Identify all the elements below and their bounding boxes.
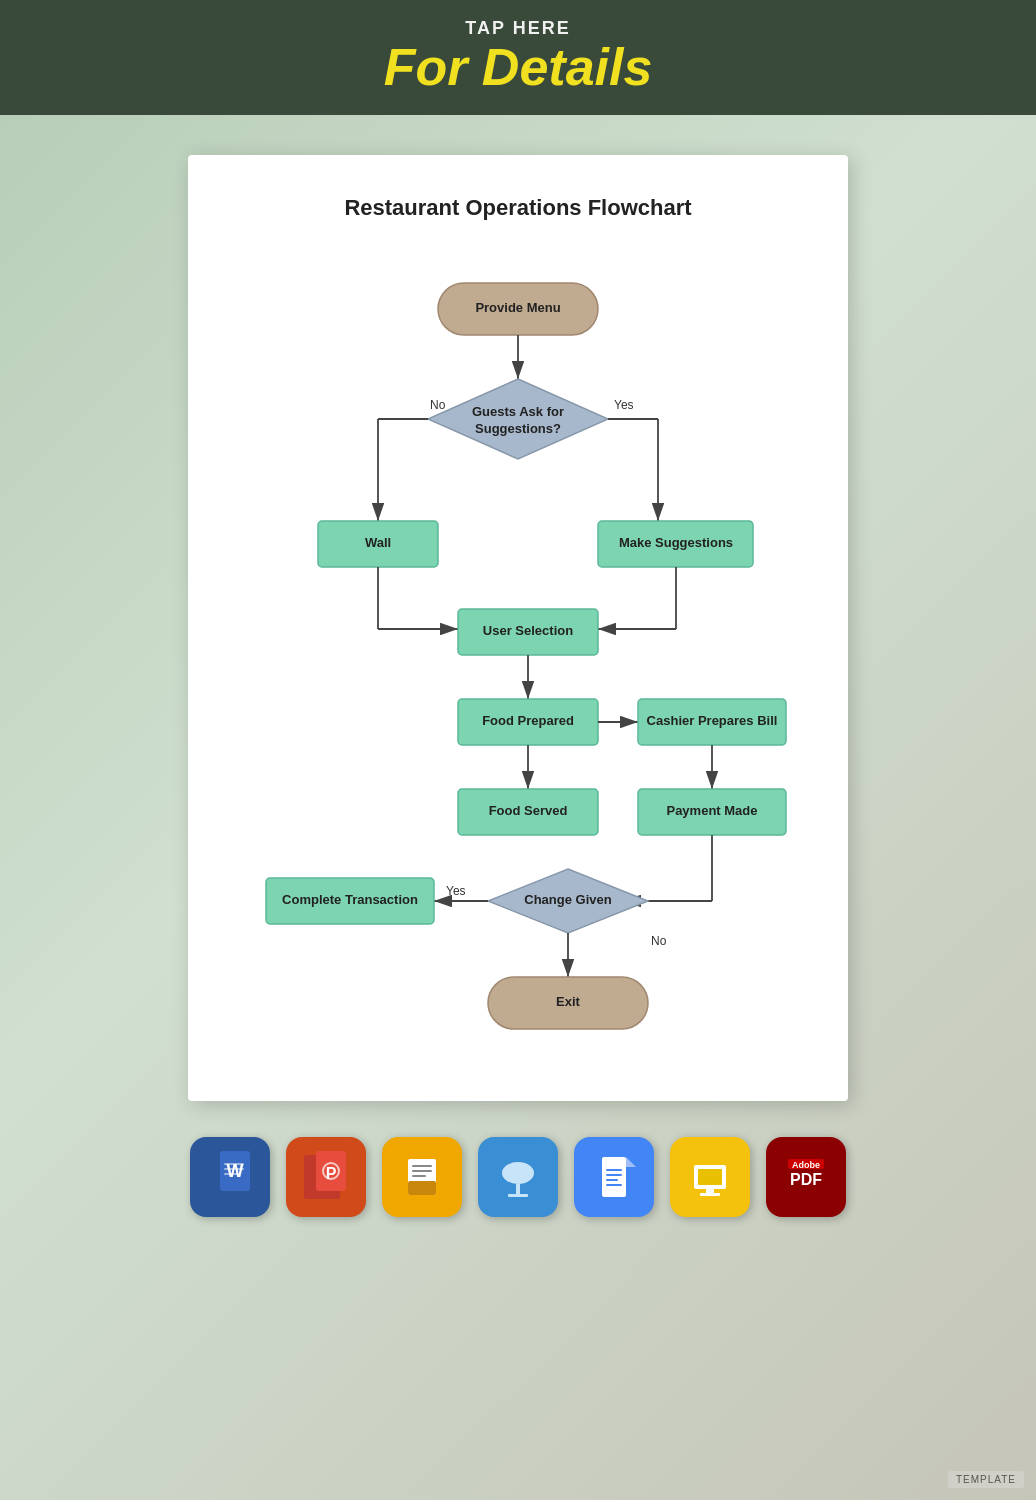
svg-rect-52: [224, 1173, 238, 1175]
svg-text:User Selection: User Selection: [483, 623, 573, 638]
flowchart-svg: Provide Menu Guests Ask for Suggestions?…: [238, 251, 798, 1051]
svg-rect-62: [408, 1181, 436, 1195]
main-area: Restaurant Operations Flowchart Provide …: [0, 115, 1036, 1500]
svg-rect-71: [606, 1174, 622, 1176]
svg-rect-78: [700, 1193, 720, 1196]
svg-rect-70: [606, 1169, 622, 1171]
svg-rect-72: [606, 1179, 618, 1181]
word-icon[interactable]: W: [190, 1137, 270, 1217]
svg-text:Food Prepared: Food Prepared: [482, 713, 574, 728]
template-badge: TEMPLATE: [948, 1471, 1024, 1488]
svg-rect-60: [412, 1170, 432, 1172]
svg-text:Adobe: Adobe: [792, 1160, 820, 1170]
svg-text:Guests Ask for: Guests Ask for: [472, 404, 564, 419]
svg-text:Yes: Yes: [614, 398, 634, 412]
tap-here-label: TAP HERE: [0, 18, 1036, 39]
svg-text:Change Given: Change Given: [524, 892, 611, 907]
app-icons-row: W P: [190, 1137, 846, 1217]
adobe-pdf-icon[interactable]: PDF Adobe: [766, 1137, 846, 1217]
svg-rect-73: [606, 1184, 622, 1186]
document-card: Restaurant Operations Flowchart Provide …: [188, 155, 848, 1101]
for-details-label: For Details: [0, 41, 1036, 93]
powerpoint-icon[interactable]: P: [286, 1137, 366, 1217]
svg-rect-76: [698, 1169, 722, 1185]
google-slides-icon[interactable]: [670, 1137, 750, 1217]
svg-text:Wall: Wall: [365, 535, 391, 550]
svg-text:Exit: Exit: [556, 994, 581, 1009]
flowchart-container: Provide Menu Guests Ask for Suggestions?…: [228, 251, 808, 1051]
svg-text:Cashier Prepares Bill: Cashier Prepares Bill: [647, 713, 778, 728]
svg-text:Payment Made: Payment Made: [666, 803, 757, 818]
svg-text:Complete Transaction: Complete Transaction: [282, 892, 418, 907]
svg-rect-68: [602, 1157, 626, 1197]
keynote-icon[interactable]: [478, 1137, 558, 1217]
svg-text:Suggestions?: Suggestions?: [475, 421, 561, 436]
svg-text:No: No: [651, 934, 667, 948]
svg-text:Make Suggestions: Make Suggestions: [619, 535, 733, 550]
svg-text:PDF: PDF: [790, 1171, 822, 1188]
svg-rect-50: [224, 1163, 244, 1165]
svg-rect-51: [224, 1168, 244, 1170]
svg-text:No: No: [430, 398, 446, 412]
header[interactable]: TAP HERE For Details: [0, 0, 1036, 115]
google-docs-icon[interactable]: [574, 1137, 654, 1217]
svg-text:Yes: Yes: [446, 884, 466, 898]
svg-point-64: [502, 1162, 534, 1184]
doc-title: Restaurant Operations Flowchart: [228, 195, 808, 221]
svg-text:Food Served: Food Served: [489, 803, 568, 818]
svg-rect-61: [412, 1175, 426, 1177]
svg-rect-59: [412, 1165, 432, 1167]
svg-rect-66: [508, 1194, 528, 1197]
svg-rect-65: [516, 1184, 520, 1194]
pages-icon[interactable]: [382, 1137, 462, 1217]
svg-rect-77: [706, 1189, 714, 1193]
svg-text:Provide Menu: Provide Menu: [475, 300, 560, 315]
